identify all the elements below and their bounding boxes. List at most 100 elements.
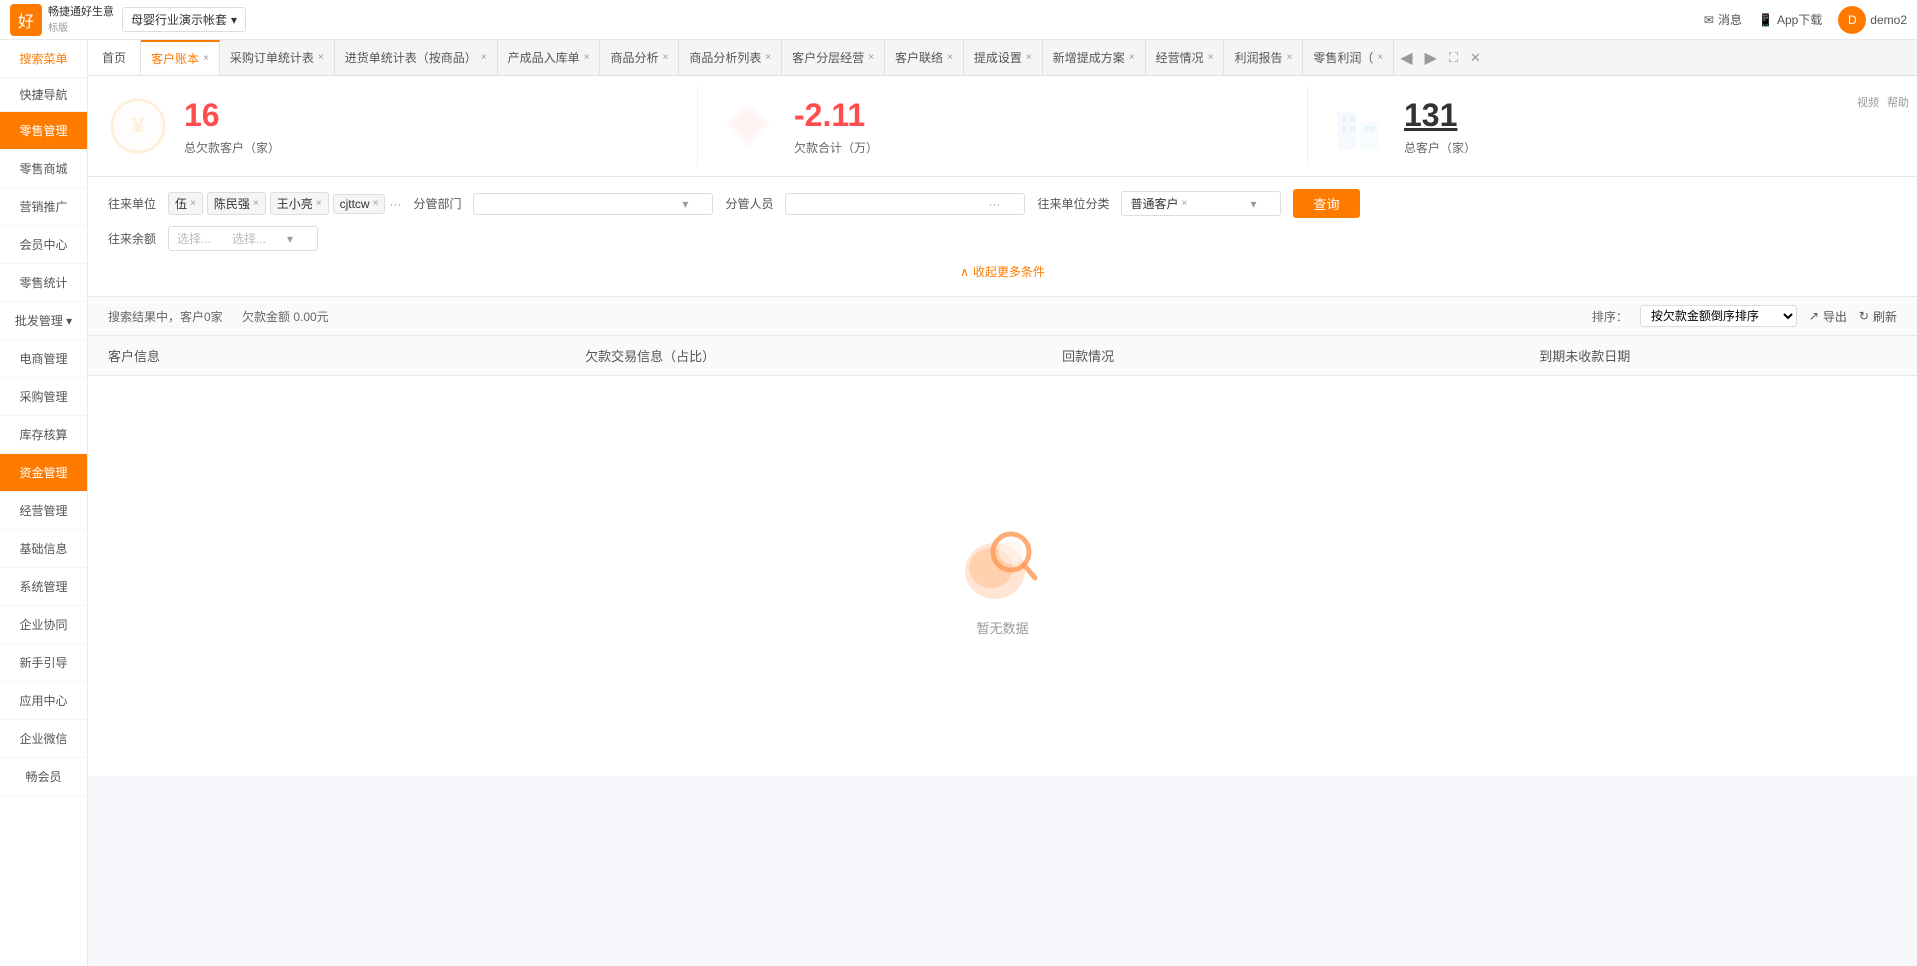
tab-close-icon[interactable]: × bbox=[584, 52, 590, 63]
tab-nav-prev[interactable]: ◀ bbox=[1394, 40, 1418, 76]
tab-label: 产成品入库单 bbox=[508, 49, 580, 66]
sidebar-search[interactable]: 搜索菜单 bbox=[0, 40, 87, 78]
tab-fullscreen[interactable]: ⛶ bbox=[1443, 40, 1464, 76]
tab-close-icon[interactable]: × bbox=[481, 52, 487, 63]
user-area[interactable]: D demo2 bbox=[1838, 6, 1907, 34]
stat-info-debt-customers: 16 总欠款客户（家） bbox=[184, 96, 280, 155]
sidebar-item-app-center[interactable]: 应用中心 bbox=[0, 682, 87, 720]
tab-customer-ledger[interactable]: 客户账本 × bbox=[141, 40, 220, 76]
refresh-button[interactable]: ↻ 刷新 bbox=[1859, 308, 1897, 325]
tab-purchase-order[interactable]: 采购订单统计表 × bbox=[220, 40, 335, 76]
result-actions: 排序： 按欠款金额倒序排序 ↗ 导出 ↻ 刷新 bbox=[1592, 305, 1897, 327]
filter-tag-more[interactable]: ··· bbox=[389, 197, 401, 211]
tab-mention-settings[interactable]: 提成设置 × bbox=[964, 40, 1043, 76]
filter-row-1: 往来单位 伍 × 陈民强 × 王小亮 × bbox=[108, 189, 1897, 218]
message-button[interactable]: ✉ 消息 bbox=[1704, 11, 1742, 28]
sidebar-item-finance[interactable]: 资金管理 bbox=[0, 454, 87, 492]
chevron-down-icon: ▾ bbox=[287, 232, 293, 246]
filter-tag-wu: 伍 × bbox=[168, 192, 203, 215]
tab-label: 提成设置 bbox=[974, 49, 1022, 66]
video-help-link[interactable]: 视频 bbox=[1857, 94, 1879, 110]
tab-close-icon[interactable]: × bbox=[765, 52, 771, 63]
tag-close-classify[interactable]: × bbox=[1182, 198, 1188, 209]
avatar: D bbox=[1838, 6, 1866, 34]
sidebar-item-retail-shop[interactable]: 零售商城 bbox=[0, 150, 87, 188]
filter-staff-select[interactable]: ··· bbox=[785, 193, 1025, 215]
tab-close-icon[interactable]: × bbox=[1026, 52, 1032, 63]
help-link[interactable]: 帮助 bbox=[1887, 94, 1909, 110]
tab-label: 客户账本 bbox=[151, 50, 199, 67]
filter-dept-select[interactable]: ▾ bbox=[473, 193, 713, 215]
export-button[interactable]: ↗ 导出 bbox=[1809, 308, 1847, 325]
sidebar-item-ecommerce[interactable]: 电商管理 bbox=[0, 340, 87, 378]
tab-stock-in-stats[interactable]: 进货单统计表（按商品） × bbox=[335, 40, 498, 76]
sidebar-item-basics[interactable]: 基础信息 bbox=[0, 530, 87, 568]
sidebar-item-retail-stats[interactable]: 零售统计 bbox=[0, 264, 87, 302]
sidebar-item-system[interactable]: 系统管理 bbox=[0, 568, 87, 606]
tab-label: 经营情况 bbox=[1156, 49, 1204, 66]
stat-info-debt-amount: -2.11 欠款合计（万） bbox=[794, 96, 878, 155]
tab-close-icon[interactable]: × bbox=[318, 52, 324, 63]
sidebar-quick-nav[interactable]: 快捷导航 bbox=[0, 78, 87, 112]
tab-close-icon[interactable]: × bbox=[1286, 52, 1292, 63]
stat-value-total-customers[interactable]: 131 bbox=[1404, 96, 1476, 134]
filter-balance-select[interactable]: 选择... 选择... ▾ bbox=[168, 226, 318, 251]
refresh-label: 刷新 bbox=[1873, 308, 1897, 325]
sidebar-item-premium[interactable]: 畅会员 bbox=[0, 758, 87, 796]
tab-profit-report[interactable]: 利润报告 × bbox=[1224, 40, 1303, 76]
chevron-up-icon: ∧ bbox=[960, 265, 969, 279]
filter-classify-select[interactable]: 普通客户 × ▾ bbox=[1121, 191, 1281, 216]
filter-label-staff: 分管人员 bbox=[725, 195, 773, 212]
tab-label: 零售利润（ bbox=[1313, 49, 1373, 66]
stat-help: 视频 帮助 bbox=[1857, 94, 1909, 110]
tab-label: 进货单统计表（按商品） bbox=[345, 49, 477, 66]
sort-select[interactable]: 按欠款金额倒序排序 bbox=[1640, 305, 1797, 327]
tab-home[interactable]: 首页 bbox=[88, 40, 141, 76]
store-selector[interactable]: 母婴行业演示帐套 ▾ bbox=[122, 7, 246, 32]
sidebar-item-enterprise-collab[interactable]: 企业协同 bbox=[0, 606, 87, 644]
tab-label: 客户联络 bbox=[895, 49, 943, 66]
sidebar-item-operations[interactable]: 经营管理 bbox=[0, 492, 87, 530]
sidebar-item-retail[interactable]: 零售管理 bbox=[0, 112, 87, 150]
tab-close-icon[interactable]: × bbox=[1208, 52, 1214, 63]
tab-close-icon[interactable]: × bbox=[1129, 52, 1135, 63]
tab-operation-status[interactable]: 经营情况 × bbox=[1146, 40, 1225, 76]
stat-label-debt-amount: 欠款合计（万） bbox=[794, 139, 878, 156]
filter-collapse-button[interactable]: ∧ 收起更多条件 bbox=[108, 259, 1897, 284]
filter-tag-classify: 普通客户 × bbox=[1130, 195, 1187, 212]
tab-close-icon[interactable]: × bbox=[662, 52, 668, 63]
tab-close-icon[interactable]: × bbox=[868, 52, 874, 63]
stats-bar: ¥ 16 总欠款客户（家） bbox=[88, 76, 1917, 177]
yuan-circle-icon: ¥ bbox=[108, 96, 168, 156]
tab-retail-profit[interactable]: 零售利润（ × bbox=[1303, 40, 1394, 76]
tab-new-mention[interactable]: 新增提成方案 × bbox=[1043, 40, 1146, 76]
app-download-label: App下载 bbox=[1777, 11, 1822, 28]
sidebar-item-inventory[interactable]: 库存核算 bbox=[0, 416, 87, 454]
tab-close-all[interactable]: ✕ bbox=[1464, 40, 1487, 76]
tab-close-icon[interactable]: × bbox=[1377, 52, 1383, 63]
tag-close-cjttcw[interactable]: × bbox=[373, 198, 379, 209]
sidebar-item-enterprise-wechat[interactable]: 企业微信 bbox=[0, 720, 87, 758]
tab-product-analysis-list[interactable]: 商品分析列表 × bbox=[679, 40, 782, 76]
chevron-down-icon: ▾ bbox=[1250, 197, 1256, 211]
query-button[interactable]: 查询 bbox=[1293, 189, 1359, 218]
tab-customer-segment[interactable]: 客户分层经营 × bbox=[782, 40, 885, 76]
tab-nav-next[interactable]: ▶ bbox=[1419, 40, 1443, 76]
result-bar: 搜索结果中，客户0家 欠款金额 0.00元 排序： 按欠款金额倒序排序 ↗ 导出… bbox=[88, 297, 1917, 336]
tab-production-stock[interactable]: 产成品入库单 × bbox=[498, 40, 601, 76]
app-download-button[interactable]: 📱 App下载 bbox=[1758, 11, 1822, 28]
sidebar-item-marketing[interactable]: 营销推广 bbox=[0, 188, 87, 226]
sidebar-item-purchase[interactable]: 采购管理 bbox=[0, 378, 87, 416]
sidebar-item-wholesale[interactable]: 批发管理 ▾ bbox=[0, 302, 87, 340]
tab-customer-contact[interactable]: 客户联络 × bbox=[885, 40, 964, 76]
tag-close-wang[interactable]: × bbox=[316, 198, 322, 209]
tag-close-wu[interactable]: × bbox=[190, 198, 196, 209]
tab-product-analysis[interactable]: 商品分析 × bbox=[600, 40, 679, 76]
sort-label: 排序： bbox=[1592, 308, 1628, 325]
tab-close-icon[interactable]: × bbox=[947, 52, 953, 63]
stat-card-debt-customers: ¥ 16 总欠款客户（家） bbox=[88, 86, 698, 166]
tag-close-chen[interactable]: × bbox=[253, 198, 259, 209]
tab-close-icon[interactable]: × bbox=[203, 53, 209, 64]
sidebar-item-new-guide[interactable]: 新手引导 bbox=[0, 644, 87, 682]
sidebar-item-member[interactable]: 会员中心 bbox=[0, 226, 87, 264]
